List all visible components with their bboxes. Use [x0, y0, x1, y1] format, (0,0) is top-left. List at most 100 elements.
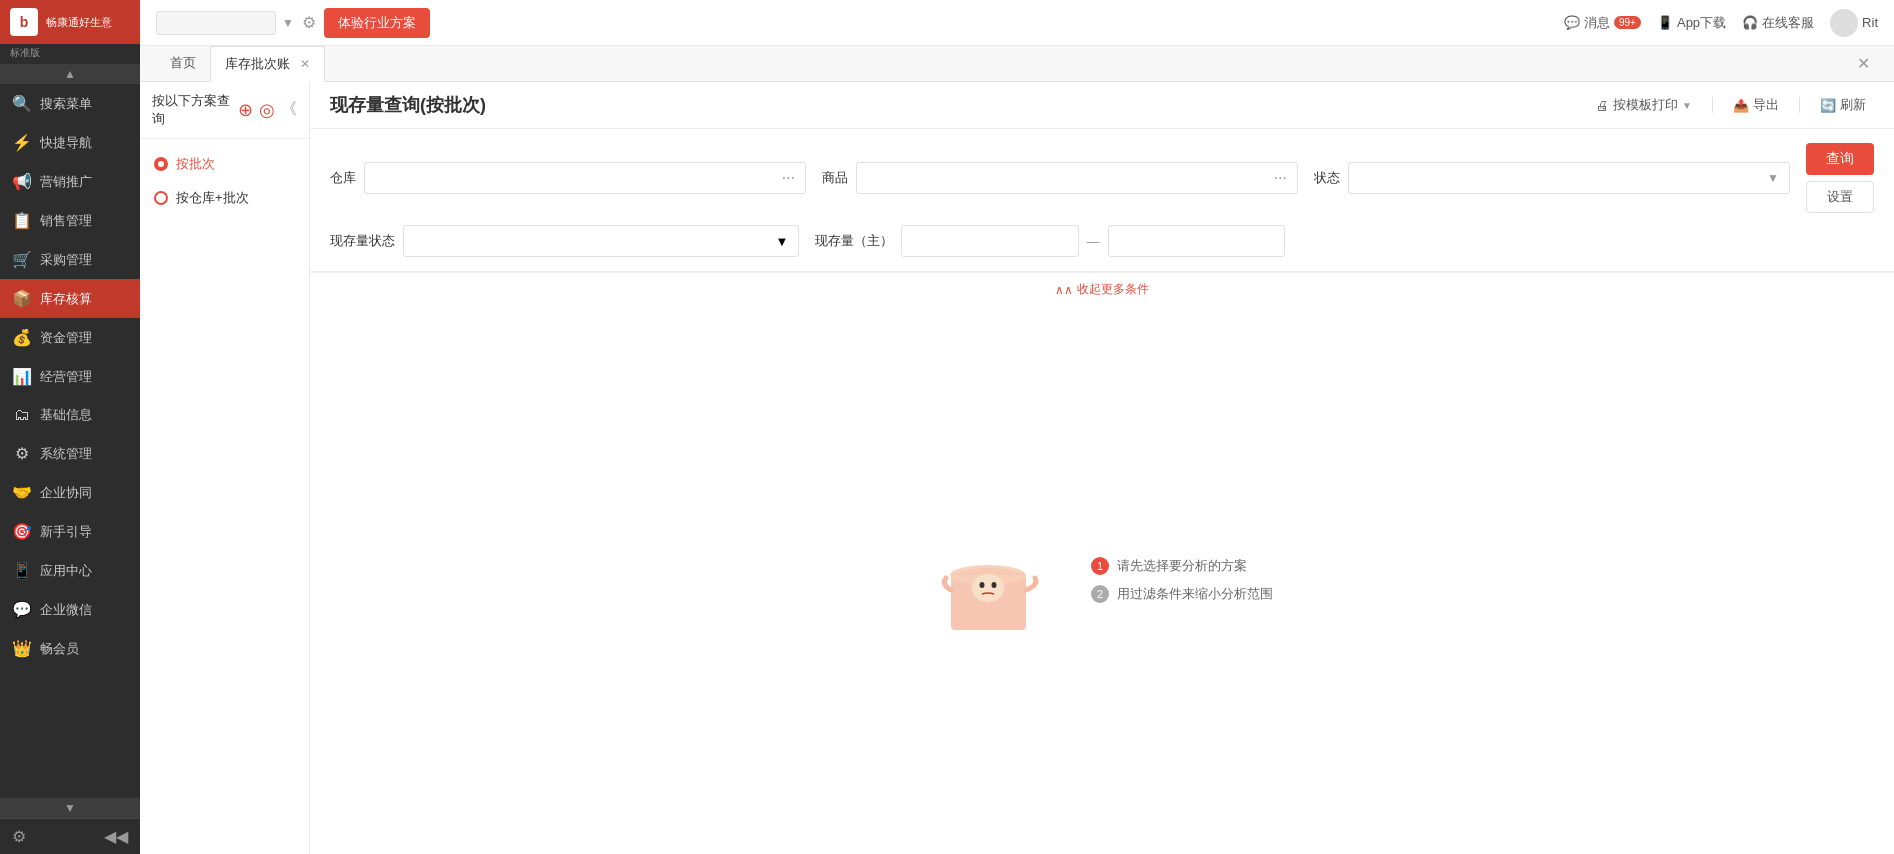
stock-qty-filter: 现存量（主） — — [815, 225, 1284, 257]
finance-icon: 💰 — [12, 328, 32, 347]
scheme-item-batch[interactable]: 按批次 — [140, 147, 309, 181]
basic-icon: 🗂 — [12, 406, 32, 424]
online-service-btn[interactable]: 🎧 在线客服 — [1742, 14, 1814, 32]
collapse-bar[interactable]: ∧∧ 收起更多条件 — [310, 272, 1894, 306]
sidebar-item-member[interactable]: 👑 畅会员 — [0, 629, 140, 668]
app-download-icon: 📱 — [1657, 15, 1673, 30]
stock-status-input[interactable]: ▼ — [403, 225, 799, 257]
topbar-left: ▼ ⚙ 体验行业方案 — [156, 8, 1552, 38]
tab-close-icon[interactable]: ✕ — [300, 57, 310, 71]
scheme-item-warehouse-batch[interactable]: 按仓库+批次 — [140, 181, 309, 215]
product-input[interactable]: ··· — [856, 162, 1298, 194]
query-btn-col: 查询 设置 — [1806, 143, 1874, 213]
system-icon: ⚙ — [12, 444, 32, 463]
collapse-sidebar-icon[interactable]: ◀◀ — [104, 827, 128, 846]
sidebar-item-label: 库存核算 — [40, 290, 92, 308]
sidebar-item-label: 快捷导航 — [40, 134, 92, 152]
settings-bottom-icon[interactable]: ⚙ — [12, 827, 26, 846]
scroll-down-btn[interactable]: ▼ — [0, 798, 140, 818]
scheme-settings-icon[interactable]: ◎ — [259, 99, 275, 121]
sidebar-item-basic[interactable]: 🗂 基础信息 — [0, 396, 140, 434]
avatar — [1830, 9, 1858, 37]
product-more-icon[interactable]: ··· — [1274, 169, 1287, 187]
user-area[interactable]: Rit — [1830, 9, 1878, 37]
tab-inventory-batch[interactable]: 库存批次账 ✕ — [210, 46, 325, 82]
sidebar-item-search[interactable]: 🔍 搜索菜单 — [0, 84, 140, 123]
print-btn[interactable]: 🖨 按模板打印 ▼ — [1588, 92, 1700, 118]
add-scheme-icon[interactable]: ⊕ — [238, 99, 253, 121]
collapse-label: 收起更多条件 — [1077, 281, 1149, 298]
sidebar-item-wechat[interactable]: 💬 企业微信 — [0, 590, 140, 629]
app-download-btn[interactable]: 📱 App下载 — [1657, 14, 1726, 32]
status-input[interactable]: ▼ — [1348, 162, 1790, 194]
filter-row-2: 现存量状态 ▼ 现存量（主） — — [330, 225, 1874, 257]
sidebar-item-shortcut[interactable]: ⚡ 快捷导航 — [0, 123, 140, 162]
warehouse-more-icon[interactable]: ··· — [782, 169, 795, 187]
action-separator-2 — [1799, 97, 1800, 113]
operation-icon: 📊 — [12, 367, 32, 386]
purchase-icon: 🛒 — [12, 250, 32, 269]
tab-home-label: 首页 — [170, 55, 196, 70]
sidebar-item-system[interactable]: ⚙ 系统管理 — [0, 434, 140, 473]
service-icon: 🎧 — [1742, 15, 1758, 30]
messages-btn[interactable]: 💬 消息 99+ — [1564, 14, 1641, 32]
app-download-label: App下载 — [1677, 14, 1726, 32]
warehouse-label: 仓库 — [330, 169, 356, 187]
stock-status-label: 现存量状态 — [330, 232, 395, 250]
export-label: 导出 — [1753, 96, 1779, 114]
scheme-item-label: 按批次 — [176, 155, 215, 173]
messages-label: 消息 — [1584, 14, 1610, 32]
export-btn[interactable]: 📤 导出 — [1725, 92, 1787, 118]
stock-status-filter: 现存量状态 ▼ — [330, 225, 799, 257]
sidebar-item-guide[interactable]: 🎯 新手引导 — [0, 512, 140, 551]
stock-qty-max-input[interactable] — [1108, 225, 1285, 257]
sidebar-item-finance[interactable]: 💰 资金管理 — [0, 318, 140, 357]
qty-dash: — — [1087, 234, 1100, 249]
stock-qty-min-input[interactable] — [901, 225, 1078, 257]
experience-btn[interactable]: 体验行业方案 — [324, 8, 430, 38]
topbar-gear-icon[interactable]: ⚙ — [302, 13, 316, 32]
settings-btn[interactable]: 设置 — [1806, 181, 1874, 213]
scheme-collapse-icon[interactable]: 《 — [281, 99, 297, 121]
query-btn[interactable]: 查询 — [1806, 143, 1874, 175]
hint-text-1: 请先选择要分析的方案 — [1117, 557, 1247, 575]
topbar-right: 💬 消息 99+ 📱 App下载 🎧 在线客服 Rit — [1564, 9, 1878, 37]
scroll-up-btn[interactable]: ▲ — [0, 64, 140, 84]
username: Rit — [1862, 15, 1878, 30]
marketing-icon: 📢 — [12, 172, 32, 191]
topbar-chevron-icon[interactable]: ▼ — [282, 16, 294, 30]
sidebar: b 畅康通好生意 标准版 ▲ 🔍 搜索菜单 ⚡ 快捷导航 📢 营销推广 📋 销售… — [0, 0, 140, 854]
sidebar-item-marketing[interactable]: 📢 营销推广 — [0, 162, 140, 201]
sidebar-item-appstore[interactable]: 📱 应用中心 — [0, 551, 140, 590]
tab-panel-close-icon[interactable]: ✕ — [1857, 54, 1878, 73]
filter-row-1: 仓库 ··· 商品 ··· — [330, 143, 1874, 213]
scheme-panel-title: 按以下方案查询 — [152, 92, 238, 128]
sidebar-item-sales[interactable]: 📋 销售管理 — [0, 201, 140, 240]
refresh-btn[interactable]: 🔄 刷新 — [1812, 92, 1874, 118]
sidebar-item-inventory[interactable]: 📦 库存核算 — [0, 279, 140, 318]
sidebar-item-label: 搜索菜单 — [40, 95, 92, 113]
stock-qty-label: 现存量（主） — [815, 232, 893, 250]
topbar-search-input[interactable] — [156, 11, 276, 35]
sidebar-item-label: 营销推广 — [40, 173, 92, 191]
empty-hint-2: 2 用过滤条件来缩小分析范围 — [1091, 585, 1273, 603]
hint-text-2: 用过滤条件来缩小分析范围 — [1117, 585, 1273, 603]
warehouse-input[interactable]: ··· — [364, 162, 806, 194]
sidebar-item-enterprise[interactable]: 🤝 企业协同 — [0, 473, 140, 512]
company-name: 畅康通好生意 — [46, 15, 112, 29]
wechat-icon: 💬 — [12, 600, 32, 619]
tab-home[interactable]: 首页 — [156, 46, 210, 82]
sidebar-item-label: 应用中心 — [40, 562, 92, 580]
filter-area: 仓库 ··· 商品 ··· — [310, 129, 1894, 272]
scheme-panel-header: 按以下方案查询 ⊕ ◎ 《 — [140, 82, 309, 139]
sidebar-item-operation[interactable]: 📊 经营管理 — [0, 357, 140, 396]
nav-menu: 🔍 搜索菜单 ⚡ 快捷导航 📢 营销推广 📋 销售管理 🛒 采购管理 📦 库存核… — [0, 84, 140, 798]
sidebar-item-label: 经营管理 — [40, 368, 92, 386]
print-icon: 🖨 — [1596, 98, 1609, 113]
sidebar-item-purchase[interactable]: 🛒 采购管理 — [0, 240, 140, 279]
status-chevron-icon: ▼ — [1767, 171, 1779, 185]
warehouse-filter: 仓库 ··· — [330, 162, 806, 194]
sidebar-item-label: 企业微信 — [40, 601, 92, 619]
stock-qty-wrap: — — [901, 225, 1284, 257]
sidebar-item-label: 企业协同 — [40, 484, 92, 502]
